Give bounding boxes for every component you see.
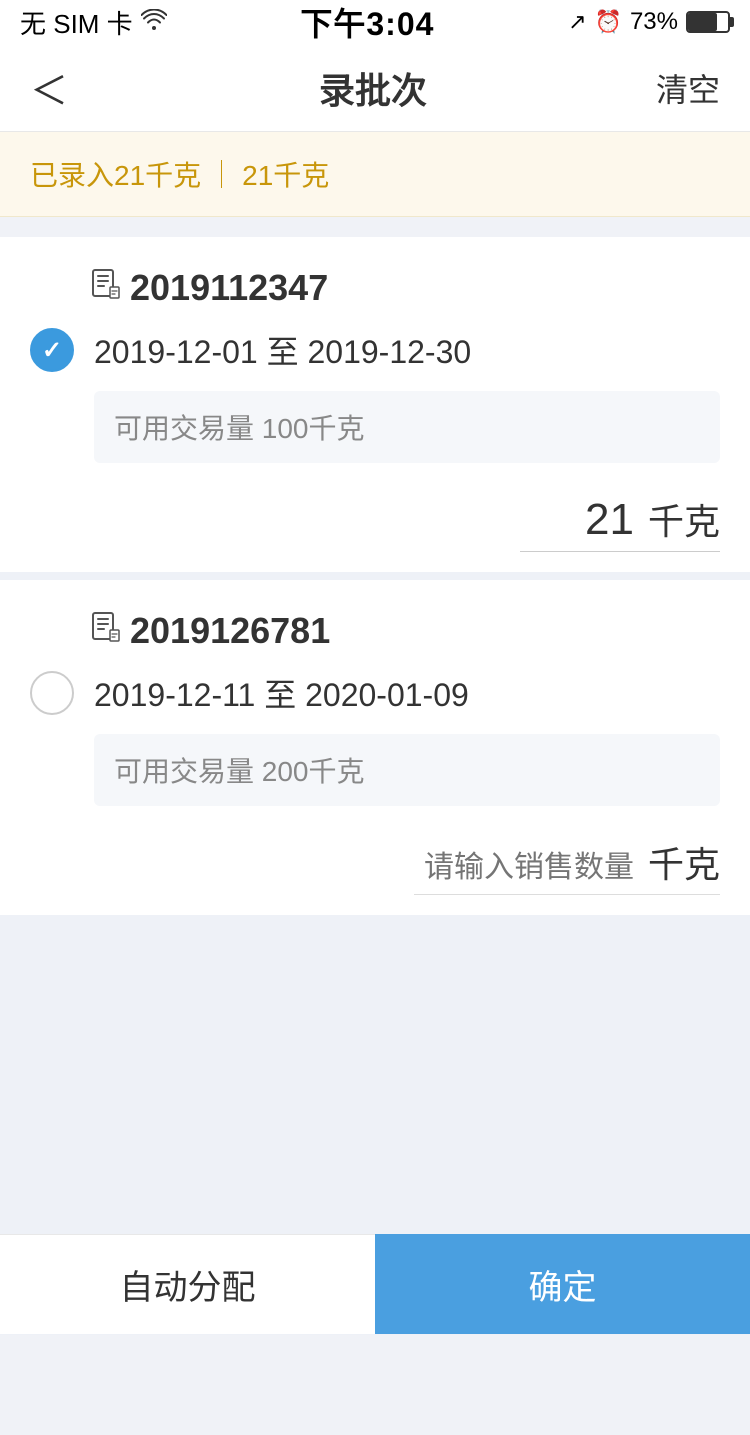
batch2-doc-icon [90, 612, 120, 650]
location-icon: ↗ [568, 9, 586, 35]
nav-bar: ＜ 录批次 清空 [0, 44, 750, 132]
batch1-date-row[interactable]: 2019-12-01 至 2019-12-30 [30, 327, 720, 373]
status-right: ↗ ⏰ 73% [568, 8, 730, 36]
carrier-label: 无 SIM 卡 [20, 4, 133, 41]
auto-distribute-button[interactable]: 自动分配 [0, 1234, 375, 1334]
battery-icon [686, 11, 730, 33]
recorded-amount: 已录入21千克 [30, 154, 201, 194]
battery-percent: 73% [630, 8, 678, 36]
batch2-id: 2019126781 [130, 610, 330, 652]
info-banner: 已录入21千克 21千克 [0, 132, 750, 217]
batch1-avail-row: 可用交易量 100千克 [94, 391, 720, 463]
status-time: 下午3:04 [300, 0, 434, 45]
batch2-date: 2019-12-11 至 2020-01-09 [94, 670, 469, 716]
status-left: 无 SIM 卡 [20, 4, 167, 41]
bottom-bar: 自动分配 确定 [0, 1234, 750, 1334]
total-amount: 21千克 [242, 154, 329, 194]
batch1-id-row: 2019112347 [30, 267, 720, 309]
batch1-avail: 可用交易量 100千克 [114, 413, 365, 444]
batch1-radio[interactable] [30, 328, 74, 372]
banner-divider [221, 160, 222, 188]
batch1-qty-area: 21 千克 [0, 493, 750, 572]
batch1-id: 2019112347 [130, 267, 328, 309]
batch2-radio[interactable] [30, 671, 74, 715]
status-bar: 无 SIM 卡 下午3:04 ↗ ⏰ 73% [0, 0, 750, 44]
wifi-icon [141, 7, 167, 38]
batch2-id-row: 2019126781 [30, 610, 720, 652]
back-button[interactable]: ＜ [30, 60, 90, 115]
batch2-avail: 可用交易量 200千克 [114, 756, 365, 787]
batch-separator [0, 572, 750, 580]
batch1-doc-icon [90, 269, 120, 307]
batch1-date: 2019-12-01 至 2019-12-30 [94, 327, 471, 373]
batch1-qty-value: 21 [585, 495, 634, 545]
batch-card-2: 2019126781 2019-12-11 至 2020-01-09 可用交易量… [0, 580, 750, 915]
alarm-icon: ⏰ [595, 9, 622, 35]
batch2-qty-unit: 千克 [648, 836, 720, 888]
batch2-qty-area: 千克 [0, 836, 750, 915]
batch2-avail-row: 可用交易量 200千克 [94, 734, 720, 806]
confirm-button[interactable]: 确定 [375, 1234, 750, 1334]
batch2-date-row[interactable]: 2019-12-11 至 2020-01-09 [30, 670, 720, 716]
batch-card-1: 2019112347 2019-12-01 至 2019-12-30 可用交易量… [0, 237, 750, 572]
clear-button[interactable]: 清空 [656, 65, 720, 111]
page-title: 录批次 [319, 62, 427, 114]
batch2-qty-input[interactable] [414, 851, 634, 885]
batch1-qty-unit: 千克 [648, 493, 720, 545]
